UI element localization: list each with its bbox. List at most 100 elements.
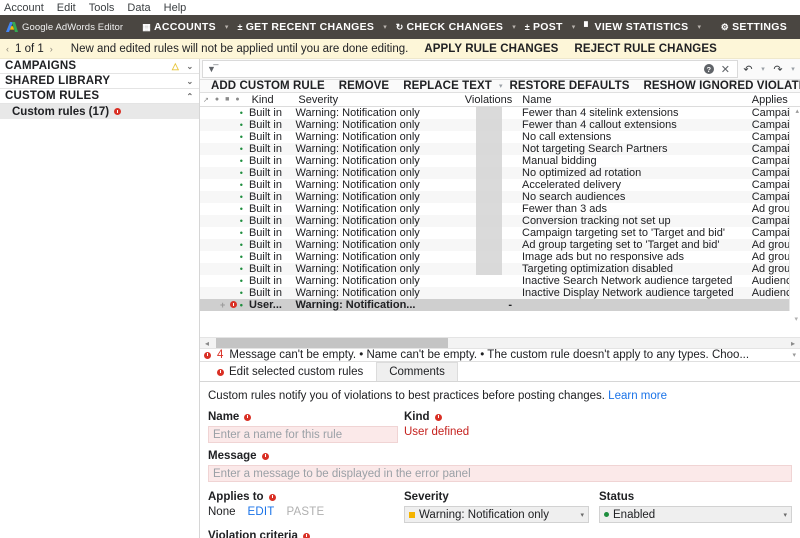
table-row[interactable]: •Built inWarning: Notification onlyInact…	[200, 287, 800, 299]
chevron-down-icon[interactable]: ▾	[794, 315, 798, 323]
row-severity: Warning: Notification only	[295, 155, 456, 167]
remove-button[interactable]: REMOVE	[332, 80, 396, 92]
chevron-down-icon[interactable]: ▾	[568, 23, 580, 31]
row-status-icon: •	[200, 144, 249, 154]
name-input[interactable]: Enter a name for this rule	[208, 426, 398, 443]
replace-text-button[interactable]: REPLACE TEXT	[396, 80, 499, 92]
required-icon	[262, 453, 269, 460]
row-kind: Built in	[249, 251, 296, 263]
chevron-down-icon[interactable]: ▾	[693, 23, 705, 31]
grid-vertical-scrollbar-thumb[interactable]	[476, 107, 502, 275]
severity-group: Severity Warning: Notification only ▾	[404, 491, 599, 523]
reject-rule-changes-button[interactable]: REJECT RULE CHANGES	[574, 43, 716, 55]
menu-item-data[interactable]: Data	[127, 2, 150, 14]
chevron-up-icon[interactable]: ▴	[795, 107, 799, 115]
dot-icon[interactable]: ●	[235, 96, 239, 103]
menu-item-help[interactable]: Help	[164, 2, 187, 14]
row-kind: Built in	[249, 263, 296, 275]
toolbar-view-statistics[interactable]: ▘ VIEW STATISTICS	[579, 21, 693, 33]
grid-header-name[interactable]: Name	[516, 94, 745, 106]
apply-rule-changes-button[interactable]: APPLY RULE CHANGES	[424, 43, 558, 55]
scrollbar-track[interactable]	[212, 338, 788, 348]
chevron-down-icon[interactable]: ⌄	[185, 77, 195, 86]
kind-label-text: Kind	[404, 411, 430, 423]
sidebar-group-custom-rules[interactable]: CUSTOM RULES ⌃	[0, 89, 199, 104]
row-status-icon: •	[200, 204, 249, 214]
sidebar-item-custom-rules[interactable]: Custom rules (17)	[0, 104, 199, 119]
row-kind: Built in	[249, 155, 296, 167]
applies-to-edit-button[interactable]: EDIT	[248, 506, 275, 518]
row-kind: Built in	[249, 167, 296, 179]
menu-item-tools[interactable]: Tools	[89, 2, 115, 14]
scrollbar-thumb[interactable]	[216, 338, 448, 348]
menu-item-account[interactable]: Account	[4, 2, 44, 14]
toolbar-get-recent-changes[interactable]: ± GET RECENT CHANGES	[232, 21, 379, 33]
grid-header-applies[interactable]: Applies	[746, 94, 800, 106]
chevron-up-icon[interactable]: ⌃	[185, 92, 195, 101]
chevron-down-icon: ▾	[221, 23, 233, 31]
required-icon	[303, 533, 310, 538]
notice-next-icon[interactable]: ›	[50, 44, 53, 54]
chevron-down-icon[interactable]: ⌄	[185, 62, 195, 71]
message-input-placeholder: Enter a message to be displayed in the e…	[213, 468, 471, 480]
restore-defaults-button[interactable]: RESTORE DEFAULTS	[502, 80, 636, 92]
chevron-down-icon: ▾	[783, 511, 787, 519]
severity-select-value: Warning: Notification only	[419, 509, 549, 521]
undo-button[interactable]: ↶	[738, 59, 758, 79]
close-icon[interactable]: ✕	[718, 63, 733, 76]
chevron-down-icon[interactable]: ▾	[792, 351, 796, 359]
add-icon: +	[220, 300, 225, 310]
table-row-selected[interactable]: + • User... Warning: Notification... -	[200, 299, 800, 311]
table-row[interactable]: •Built inWarning: Notification onlyInact…	[200, 275, 800, 287]
learn-more-link[interactable]: Learn more	[608, 390, 667, 402]
add-custom-rule-button[interactable]: ADD CUSTOM RULE	[204, 80, 332, 92]
grid-vertical-scrollbar[interactable]: ▴	[789, 107, 800, 337]
scroll-right-icon[interactable]: ▸	[788, 339, 798, 348]
status-select[interactable]: Enabled ▾	[599, 506, 792, 523]
row-name: No optimized ad rotation	[516, 167, 746, 179]
row-status-icon: •	[200, 192, 249, 202]
severity-select[interactable]: Warning: Notification only ▾	[404, 506, 589, 523]
grid-header-violations[interactable]: Violations	[457, 94, 517, 106]
undo-chevron-down-icon[interactable]: ▾	[758, 65, 768, 73]
row-kind: Built in	[249, 191, 296, 203]
grid-header-kind[interactable]: Kind	[249, 94, 296, 106]
row-kind: Built in	[249, 287, 296, 299]
row-kind: Built in	[249, 119, 296, 131]
search-input[interactable]: ▼̅ ? ✕	[202, 60, 738, 78]
toolbar-check-changes-label: CHECK CHANGES	[407, 21, 504, 33]
toolbar-accounts[interactable]: ▦ ACCOUNTS	[137, 21, 221, 33]
notice-prev-icon[interactable]: ‹	[6, 44, 9, 54]
row-name: Fewer than 4 sitelink extensions	[516, 107, 746, 119]
status-group: Status Enabled ▾	[599, 491, 792, 523]
redo-chevron-down-icon[interactable]: ▾	[788, 65, 798, 73]
sidebar-group-campaigns[interactable]: CAMPAIGNS △ ⌄	[0, 59, 199, 74]
scroll-left-icon[interactable]: ◂	[202, 339, 212, 348]
help-icon[interactable]: ?	[704, 64, 714, 74]
toolbar-check-changes[interactable]: ↻ CHECK CHANGES	[391, 21, 509, 33]
grid-header-severity[interactable]: Severity	[295, 94, 456, 106]
grid-header-icons: ↗ ● ■ ●	[200, 96, 249, 104]
toolbar-post[interactable]: ± POST	[520, 21, 568, 33]
grid-horizontal-scrollbar[interactable]: ◂ ▸	[200, 337, 800, 349]
toolbar-settings[interactable]: ⚙ SETTINGS	[716, 21, 792, 33]
row-name: Image ads but no responsive ads	[516, 251, 746, 263]
sidebar-group-shared-library[interactable]: SHARED LIBRARY ⌄	[0, 74, 199, 89]
message-field-group: Message Enter a message to be displayed …	[208, 450, 792, 482]
reshow-ignored-violations-button[interactable]: RESHOW IGNORED VIOLATIONS	[636, 80, 800, 92]
error-strip[interactable]: 4 Message can't be empty. • Name can't b…	[200, 349, 800, 362]
row-status-icon: •	[200, 156, 249, 166]
status-dot-icon[interactable]: ●	[215, 96, 219, 103]
tab-edit-selected-custom-rules[interactable]: Edit selected custom rules	[204, 362, 376, 381]
redo-button[interactable]: ↷	[768, 59, 788, 79]
square-icon[interactable]: ■	[225, 96, 229, 103]
chevron-down-icon[interactable]: ▾	[379, 23, 391, 31]
sort-icon[interactable]: ↗	[203, 96, 209, 104]
app-toolbar: Google AdWords Editor ▦ ACCOUNTS ▾ ± GET…	[0, 15, 800, 39]
menu-item-edit[interactable]: Edit	[57, 2, 76, 14]
row-status-icon: •	[200, 276, 249, 286]
tab-comments[interactable]: Comments	[376, 362, 458, 381]
chevron-down-icon[interactable]: ▾	[508, 23, 520, 31]
row-violations: -	[457, 299, 516, 311]
message-input[interactable]: Enter a message to be displayed in the e…	[208, 465, 792, 482]
